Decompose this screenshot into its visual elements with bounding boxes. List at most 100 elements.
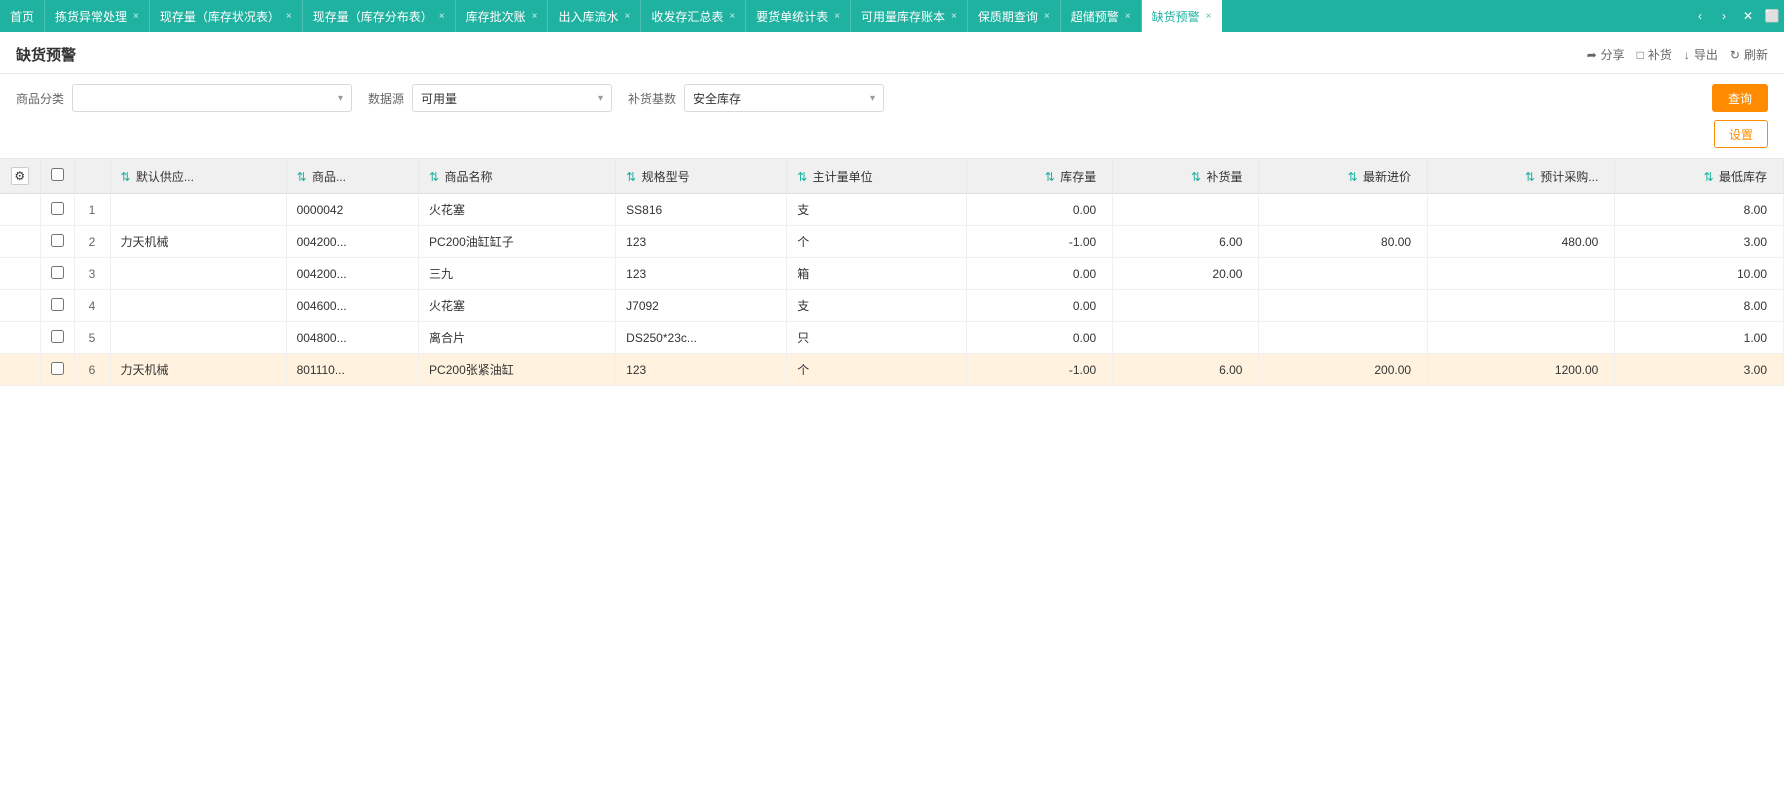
row-checkbox[interactable] xyxy=(51,362,64,375)
filter-data-source: 数据源 可用量 ▾ xyxy=(368,84,612,112)
th-stock: ⇅ 库存量 xyxy=(966,159,1112,194)
row-checkbox[interactable] xyxy=(51,202,64,215)
tab-overstock[interactable]: 超储预警 × xyxy=(1061,0,1142,32)
close-icon[interactable]: × xyxy=(133,11,139,22)
row-supplier xyxy=(110,258,286,290)
export-icon: ↓ xyxy=(1684,48,1690,62)
row-unit: 箱 xyxy=(787,258,967,290)
row-min-stock: 3.00 xyxy=(1615,354,1784,386)
row-min-stock: 1.00 xyxy=(1615,322,1784,354)
sort-icon: ⇅ xyxy=(429,170,439,184)
close-icon[interactable]: × xyxy=(1206,11,1212,22)
row-checkbox[interactable] xyxy=(51,266,64,279)
replenish-icon: □ xyxy=(1637,48,1644,62)
share-button[interactable]: ➦ 分享 xyxy=(1587,46,1625,63)
row-gear-cell xyxy=(0,290,40,322)
row-estimated-purchase: 1200.00 xyxy=(1428,354,1615,386)
chevron-down-icon: ▾ xyxy=(598,93,603,104)
product-category-label: 商品分类 xyxy=(16,90,64,107)
row-estimated-purchase xyxy=(1428,322,1615,354)
close-icon[interactable]: × xyxy=(1044,11,1050,22)
row-stock: 0.00 xyxy=(966,258,1112,290)
row-gear-cell xyxy=(0,226,40,258)
shortage-table: ⚙ ⇅ 默认供应... ⇅ 商品... ⇅ xyxy=(0,159,1784,386)
th-supplier: ⇅ 默认供应... xyxy=(110,159,286,194)
sort-icon: ⇅ xyxy=(1191,170,1201,184)
export-button[interactable]: ↓ 导出 xyxy=(1684,46,1718,63)
product-category-select[interactable]: ▾ xyxy=(72,84,352,112)
tab-inventory-dist[interactable]: 现存量（库存分布表） × xyxy=(303,0,456,32)
sort-icon: ⇅ xyxy=(297,170,307,184)
refresh-button[interactable]: ↻ 刷新 xyxy=(1730,46,1768,63)
tab-receive[interactable]: 收发存汇总表 × xyxy=(641,0,746,32)
row-spec: SS816 xyxy=(616,194,787,226)
tab-demand[interactable]: 要货单统计表 × xyxy=(746,0,851,32)
tab-inout[interactable]: 出入库流水 × xyxy=(548,0,641,32)
row-checkbox-cell xyxy=(40,258,74,290)
close-icon[interactable]: × xyxy=(624,11,630,22)
row-replenish: 6.00 xyxy=(1113,354,1259,386)
row-estimated-purchase xyxy=(1428,258,1615,290)
tab-expiry[interactable]: 保质期查询 × xyxy=(968,0,1061,32)
row-latest-price: 200.00 xyxy=(1259,354,1428,386)
tab-bar: 首页 拣货异常处理 × 现存量（库存状况表） × 现存量（库存分布表） × 库存… xyxy=(0,0,1784,32)
row-supplier xyxy=(110,322,286,354)
filter-row-2: 设置 xyxy=(16,120,1768,148)
tab-home[interactable]: 首页 xyxy=(0,0,45,32)
row-replenish: 6.00 xyxy=(1113,226,1259,258)
row-checkbox-cell xyxy=(40,322,74,354)
row-product-name: 离合片 xyxy=(419,322,616,354)
close-icon[interactable]: × xyxy=(286,11,292,22)
tab-prev-button[interactable]: ‹ xyxy=(1688,9,1712,23)
select-all-checkbox[interactable] xyxy=(51,168,64,181)
page-title: 缺货预警 xyxy=(16,44,76,65)
row-checkbox[interactable] xyxy=(51,330,64,343)
row-supplier: 力天机械 xyxy=(110,354,286,386)
row-index: 2 xyxy=(74,226,110,258)
tab-batch[interactable]: 库存批次账 × xyxy=(456,0,549,32)
row-replenish: 20.00 xyxy=(1113,258,1259,290)
tab-abnormal[interactable]: 拣货异常处理 × xyxy=(45,0,150,32)
query-button[interactable]: 查询 xyxy=(1712,84,1768,112)
row-spec: 123 xyxy=(616,226,787,258)
row-replenish xyxy=(1113,194,1259,226)
row-product-code: 004600... xyxy=(286,290,418,322)
close-icon[interactable]: × xyxy=(951,11,957,22)
close-icon[interactable]: × xyxy=(729,11,735,22)
tab-inventory-status[interactable]: 现存量（库存状况表） × xyxy=(150,0,303,32)
row-stock: 0.00 xyxy=(966,290,1112,322)
row-checkbox-cell xyxy=(40,194,74,226)
tab-maximize-button[interactable]: ⬜ xyxy=(1760,9,1784,23)
row-latest-price xyxy=(1259,290,1428,322)
row-checkbox[interactable] xyxy=(51,234,64,247)
row-product-code: 004800... xyxy=(286,322,418,354)
tab-close-button[interactable]: ✕ xyxy=(1736,9,1760,23)
row-product-code: 0000042 xyxy=(286,194,418,226)
data-source-select[interactable]: 可用量 ▾ xyxy=(412,84,612,112)
row-replenish xyxy=(1113,290,1259,322)
row-supplier: 力天机械 xyxy=(110,226,286,258)
gear-icon[interactable]: ⚙ xyxy=(11,167,29,185)
replenish-button[interactable]: □ 补货 xyxy=(1637,46,1672,63)
settings-button[interactable]: 设置 xyxy=(1714,120,1768,148)
row-checkbox[interactable] xyxy=(51,298,64,311)
row-supplier xyxy=(110,290,286,322)
tab-next-button[interactable]: › xyxy=(1712,9,1736,23)
row-unit: 只 xyxy=(787,322,967,354)
row-gear-cell xyxy=(0,354,40,386)
close-icon[interactable]: × xyxy=(532,11,538,22)
row-gear-cell xyxy=(0,258,40,290)
close-icon[interactable]: × xyxy=(439,11,445,22)
close-icon[interactable]: × xyxy=(834,11,840,22)
sort-icon: ⇅ xyxy=(797,170,807,184)
filter-section: 商品分类 ▾ 数据源 可用量 ▾ 补货基数 安全库存 ▾ xyxy=(0,74,1784,159)
row-supplier xyxy=(110,194,286,226)
filter-row: 商品分类 ▾ 数据源 可用量 ▾ 补货基数 安全库存 ▾ xyxy=(16,84,1768,112)
sort-icon: ⇅ xyxy=(1525,170,1535,184)
tab-available[interactable]: 可用量库存账本 × xyxy=(851,0,968,32)
close-icon[interactable]: × xyxy=(1125,11,1131,22)
tab-shortage[interactable]: 缺货预警 × xyxy=(1142,0,1223,32)
row-index: 1 xyxy=(74,194,110,226)
th-checkbox xyxy=(40,159,74,194)
replenish-base-select[interactable]: 安全库存 ▾ xyxy=(684,84,884,112)
